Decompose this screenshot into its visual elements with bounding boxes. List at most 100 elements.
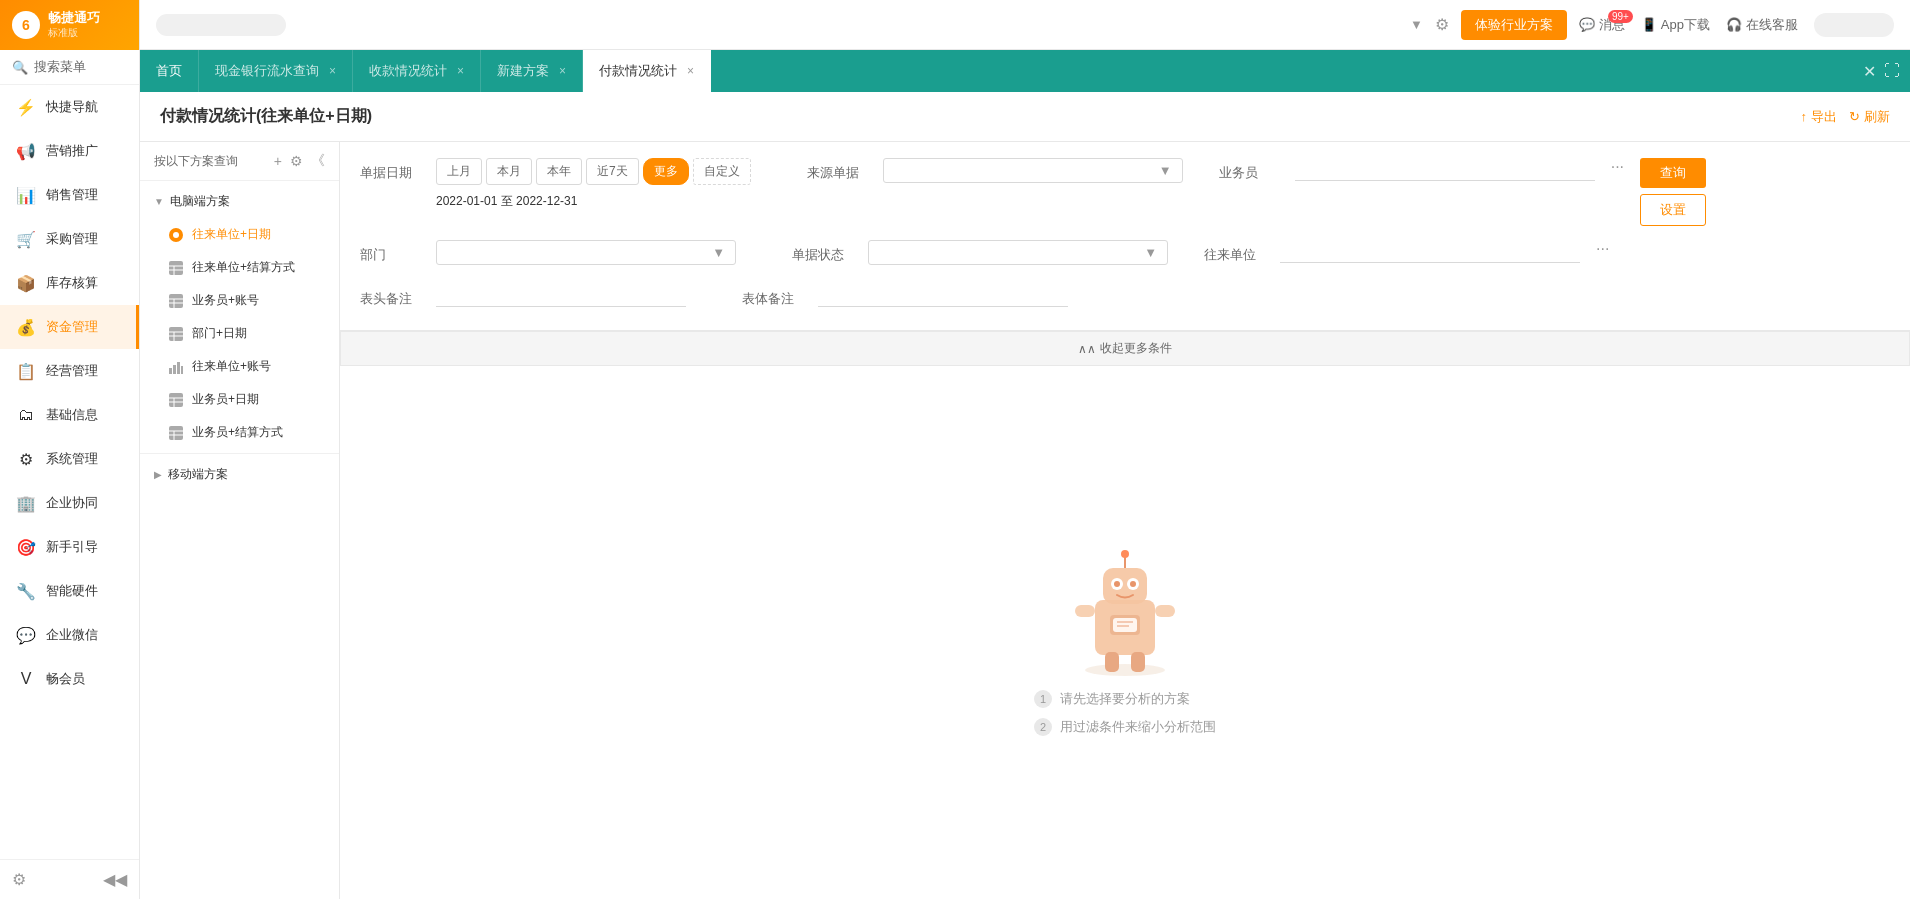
date-option-custom[interactable]: 自定义 [693,158,751,185]
mobile-section-header[interactable]: ▶ 移动端方案 [140,458,339,491]
topbar-dropdown-icon[interactable]: ▼ [1410,17,1423,32]
plan-item-salesman-method[interactable]: 业务员+结算方式 [140,416,339,449]
desktop-section-header[interactable]: ▼ 电脑端方案 [140,185,339,218]
svg-rect-36 [1131,652,1145,672]
dept-select[interactable]: ▼ [436,240,736,265]
query-btn[interactable]: 查询 [1640,158,1706,188]
search-menu-label: 搜索菜单 [34,58,86,76]
tab-maximize-icon[interactable]: ⛶ [1884,62,1900,80]
app-icon: 📱 [1641,17,1657,32]
date-filter-label: 单据日期 [360,158,420,188]
counterpart-more-icon[interactable]: ··· [1596,240,1609,258]
marketing-icon: 📢 [16,141,36,161]
add-plan-btn[interactable]: + [274,153,282,169]
tab-bank-close-icon[interactable]: × [329,64,336,78]
sidebar-item-system[interactable]: ⚙ 系统管理 [0,437,139,481]
sidebar-item-hardware[interactable]: 🔧 智能硬件 [0,569,139,613]
source-select-arrow-icon: ▼ [1159,163,1172,178]
tab-payment-stats[interactable]: 付款情况统计 × [583,50,711,92]
app-download-btn[interactable]: 📱 App下载 [1641,16,1710,34]
inventory-icon: 📦 [16,273,36,293]
robot-svg [1055,540,1195,680]
plan-active-icon [168,227,184,243]
export-btn[interactable]: ↑ 导出 [1801,108,1838,126]
sidebar-footer: ⚙ ◀◀ [0,859,139,899]
tab-collection-close-icon[interactable]: × [457,64,464,78]
tab-payment-stats-close-icon[interactable]: × [687,64,694,78]
date-option-this-year[interactable]: 本年 [536,158,582,185]
sidebar-item-basic[interactable]: 🗂 基础信息 [0,393,139,437]
sidebar-header: 6 畅捷通巧 标准版 [0,0,139,50]
sidebar-item-guide[interactable]: 🎯 新手引导 [0,525,139,569]
source-select[interactable]: ▼ [883,158,1183,183]
refresh-btn[interactable]: ↻ 刷新 [1849,108,1890,126]
tab-new-plan-close-icon[interactable]: × [559,64,566,78]
plan-item-counterpart-method[interactable]: 往来单位+结算方式 [140,251,339,284]
date-option-last-month[interactable]: 上月 [436,158,482,185]
plan-item-salesman-date[interactable]: 业务员+日期 [140,383,339,416]
plan-item-dept-date[interactable]: 部门+日期 [140,317,339,350]
sidebar-item-operation[interactable]: 📋 经营管理 [0,349,139,393]
left-panel-title: 按以下方案查询 [154,153,238,170]
collapse-more-conditions-btn[interactable]: ∧∧ 收起更多条件 [340,331,1910,366]
main-area: ▼ ⚙ 体验行业方案 💬 消息 99+ 📱 App下载 🎧 在线客服 首页 [140,0,1910,899]
date-option-7days[interactable]: 近7天 [586,158,639,185]
panel-collapse-btn[interactable]: 《 [311,152,325,170]
sidebar-item-quick-nav[interactable]: ⚡ 快捷导航 [0,85,139,129]
tab-close-all-icon[interactable]: ✕ [1863,62,1876,81]
plan-table-icon-2 [168,293,184,309]
sidebar-subtitle: 标准版 [48,26,78,40]
plan-settings-btn[interactable]: ⚙ [290,153,303,169]
message-btn[interactable]: 💬 消息 99+ [1579,16,1625,34]
sidebar-item-label: 快捷导航 [46,98,98,116]
tab-new-plan[interactable]: 新建方案 × [481,50,583,92]
sidebar-brand: 畅捷通巧 标准版 [48,10,100,40]
sidebar-item-marketing[interactable]: 📢 营销推广 [0,129,139,173]
date-option-more[interactable]: 更多 [643,158,689,185]
salesman-input[interactable] [1295,158,1595,181]
plan-item-salesman-account[interactable]: 业务员+账号 [140,284,339,317]
sidebar-item-inventory[interactable]: 📦 库存核算 [0,261,139,305]
trial-btn[interactable]: 体验行业方案 [1461,10,1567,40]
user-avatar[interactable] [1814,13,1894,37]
dept-select-arrow-icon: ▼ [712,245,725,260]
main-body: 按以下方案查询 + ⚙ 《 ▼ 电脑端方案 往来单位+日期 [140,142,1910,899]
date-option-this-month[interactable]: 本月 [486,158,532,185]
sidebar-item-wechat[interactable]: 💬 企业微信 [0,613,139,657]
search-icon: 🔍 [12,60,28,75]
hint-num-1: 1 [1034,690,1052,708]
sidebar-item-member[interactable]: V 畅会员 [0,657,139,701]
sidebar-item-purchase[interactable]: 🛒 采购管理 [0,217,139,261]
tab-bank[interactable]: 现金银行流水查询 × [199,50,353,92]
salesman-more-icon[interactable]: ··· [1611,158,1624,176]
service-btn[interactable]: 🎧 在线客服 [1726,16,1798,34]
sidebar-item-label: 企业微信 [46,626,98,644]
topbar-settings-icon[interactable]: ⚙ [1435,15,1449,34]
sidebar-item-label: 采购管理 [46,230,98,248]
body-note-input[interactable] [818,284,1068,307]
sidebar-item-enterprise[interactable]: 🏢 企业协同 [0,481,139,525]
purchase-icon: 🛒 [16,229,36,249]
tab-home[interactable]: 首页 [140,50,199,92]
plan-item-label: 业务员+日期 [192,391,259,408]
empty-state: 1 请先选择要分析的方案 2 用过滤条件来缩小分析范围 [340,366,1910,899]
sidebar-item-fund[interactable]: 💰 资金管理 [0,305,139,349]
page-title: 付款情况统计(往来单位+日期) [160,106,372,127]
svg-rect-13 [173,365,176,374]
tab-collection[interactable]: 收款情况统计 × [353,50,481,92]
svg-rect-35 [1105,652,1119,672]
filter-settings-btn[interactable]: 设置 [1640,194,1706,226]
status-select[interactable]: ▼ [868,240,1168,265]
plan-item-label: 业务员+结算方式 [192,424,283,441]
filter-area: 单据日期 上月 本月 本年 近7天 更多 自定义 2022-01-01 至 20… [340,142,1910,331]
footer-collapse-icon[interactable]: ◀◀ [103,870,127,889]
footer-settings-icon[interactable]: ⚙ [12,870,26,889]
member-icon: V [16,669,36,689]
empty-hints: 1 请先选择要分析的方案 2 用过滤条件来缩小分析范围 [1034,690,1216,736]
header-note-input[interactable] [436,284,686,307]
plan-item-counterpart-account[interactable]: 往来单位+账号 [140,350,339,383]
sidebar-item-sales[interactable]: 📊 销售管理 [0,173,139,217]
plan-item-counterpart-date[interactable]: 往来单位+日期 [140,218,339,251]
counterpart-input[interactable] [1280,240,1580,263]
search-menu-item[interactable]: 🔍 搜索菜单 [0,50,139,85]
